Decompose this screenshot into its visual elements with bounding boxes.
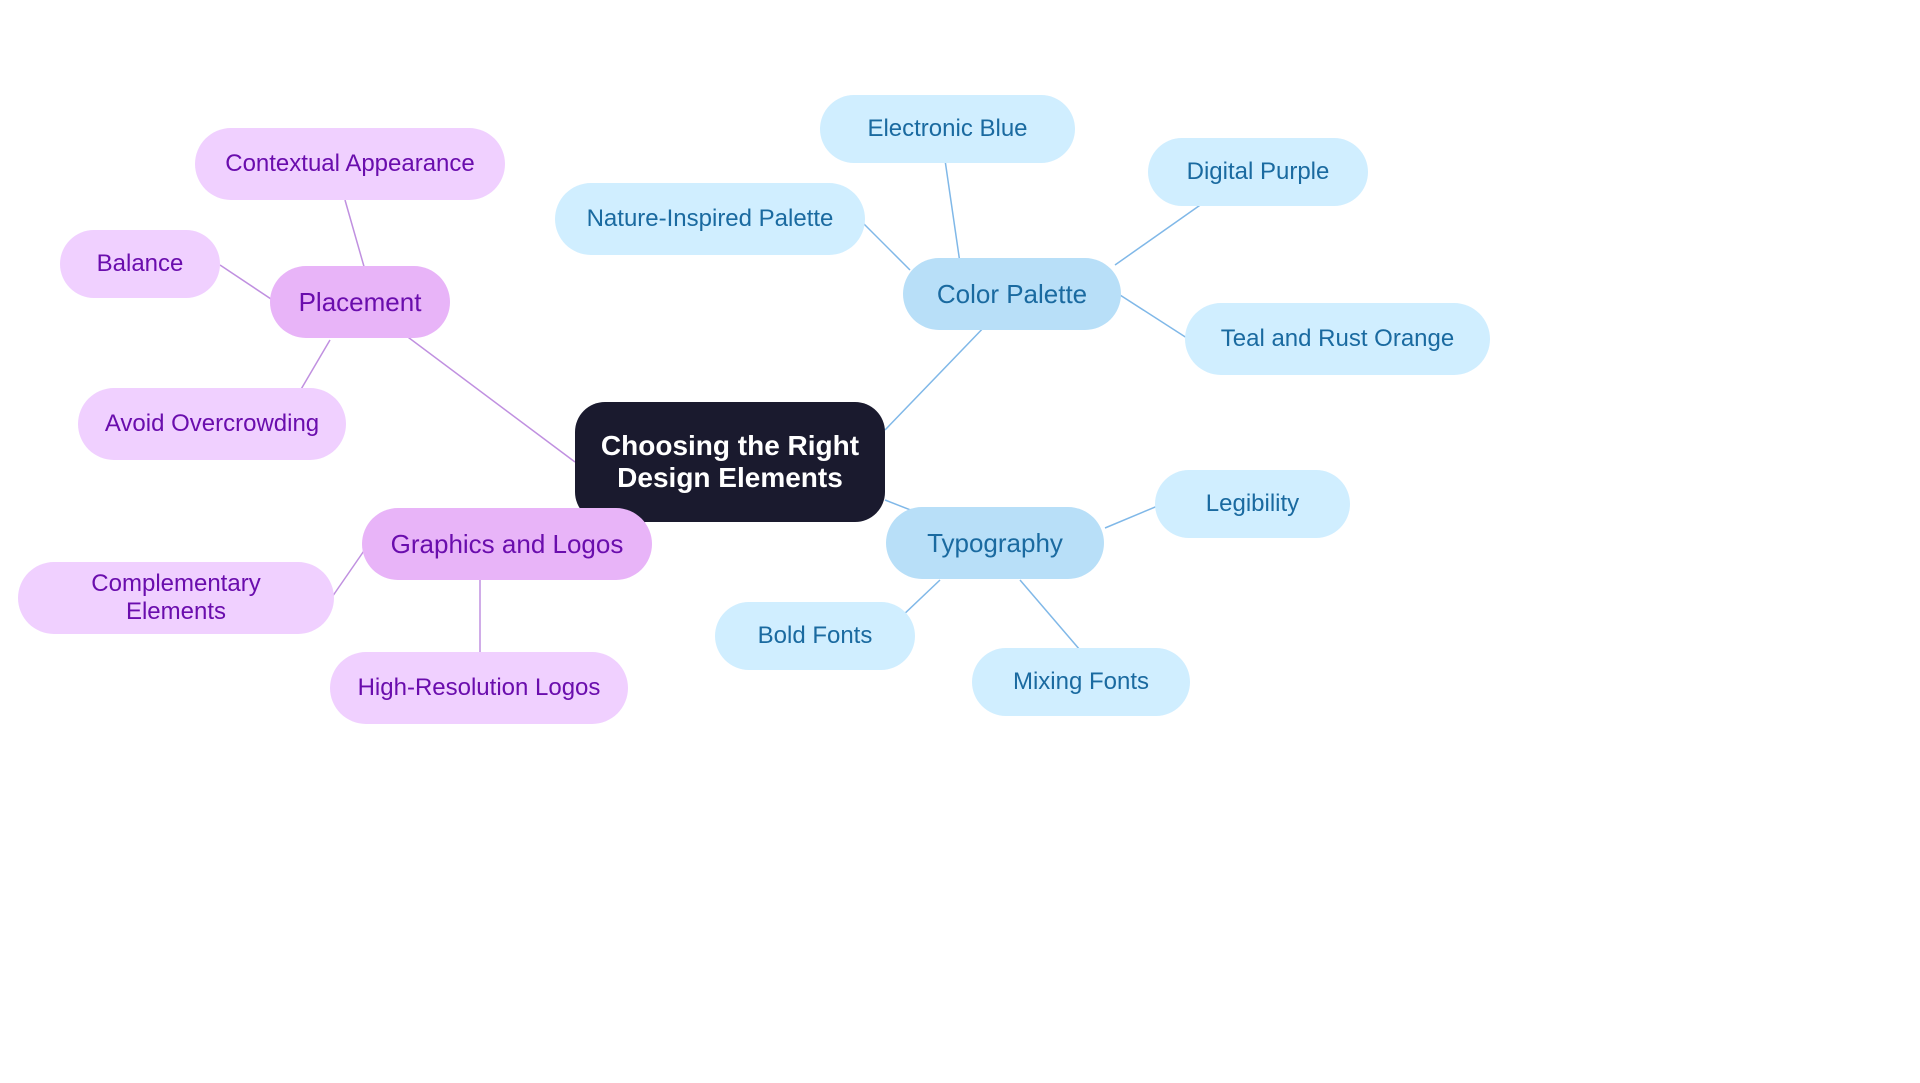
placement-label: Placement	[299, 287, 422, 318]
teal-rust-node[interactable]: Teal and Rust Orange	[1185, 303, 1490, 375]
center-label: Choosing the Right Design Elements	[575, 430, 885, 494]
color-palette-label: Color Palette	[937, 279, 1087, 310]
typography-node[interactable]: Typography	[886, 507, 1104, 579]
complementary-label: Complementary Elements	[44, 570, 308, 626]
graphics-logos-node[interactable]: Graphics and Logos	[362, 508, 652, 580]
avoid-overcrowding-node[interactable]: Avoid Overcrowding	[78, 388, 346, 460]
mixing-fonts-node[interactable]: Mixing Fonts	[972, 648, 1190, 716]
balance-node[interactable]: Balance	[60, 230, 220, 298]
complementary-node[interactable]: Complementary Elements	[18, 562, 334, 634]
color-palette-node[interactable]: Color Palette	[903, 258, 1121, 330]
legibility-node[interactable]: Legibility	[1155, 470, 1350, 538]
typography-label: Typography	[927, 528, 1063, 559]
nature-inspired-label: Nature-Inspired Palette	[587, 205, 834, 233]
legibility-label: Legibility	[1206, 490, 1299, 518]
graphics-logos-label: Graphics and Logos	[391, 529, 624, 560]
placement-node[interactable]: Placement	[270, 266, 450, 338]
digital-purple-node[interactable]: Digital Purple	[1148, 138, 1368, 206]
mixing-fonts-label: Mixing Fonts	[1013, 668, 1149, 696]
electronic-blue-node[interactable]: Electronic Blue	[820, 95, 1075, 163]
high-res-logos-label: High-Resolution Logos	[358, 674, 601, 702]
high-res-logos-node[interactable]: High-Resolution Logos	[330, 652, 628, 724]
nature-inspired-node[interactable]: Nature-Inspired Palette	[555, 183, 865, 255]
electronic-blue-label: Electronic Blue	[867, 115, 1027, 143]
bold-fonts-label: Bold Fonts	[758, 622, 873, 650]
bold-fonts-node[interactable]: Bold Fonts	[715, 602, 915, 670]
digital-purple-label: Digital Purple	[1187, 158, 1330, 186]
teal-rust-label: Teal and Rust Orange	[1221, 325, 1454, 353]
center-node[interactable]: Choosing the Right Design Elements	[575, 402, 885, 522]
balance-label: Balance	[97, 250, 184, 278]
contextual-appearance-node[interactable]: Contextual Appearance	[195, 128, 505, 200]
avoid-overcrowding-label: Avoid Overcrowding	[105, 410, 319, 438]
contextual-appearance-label: Contextual Appearance	[225, 150, 475, 178]
